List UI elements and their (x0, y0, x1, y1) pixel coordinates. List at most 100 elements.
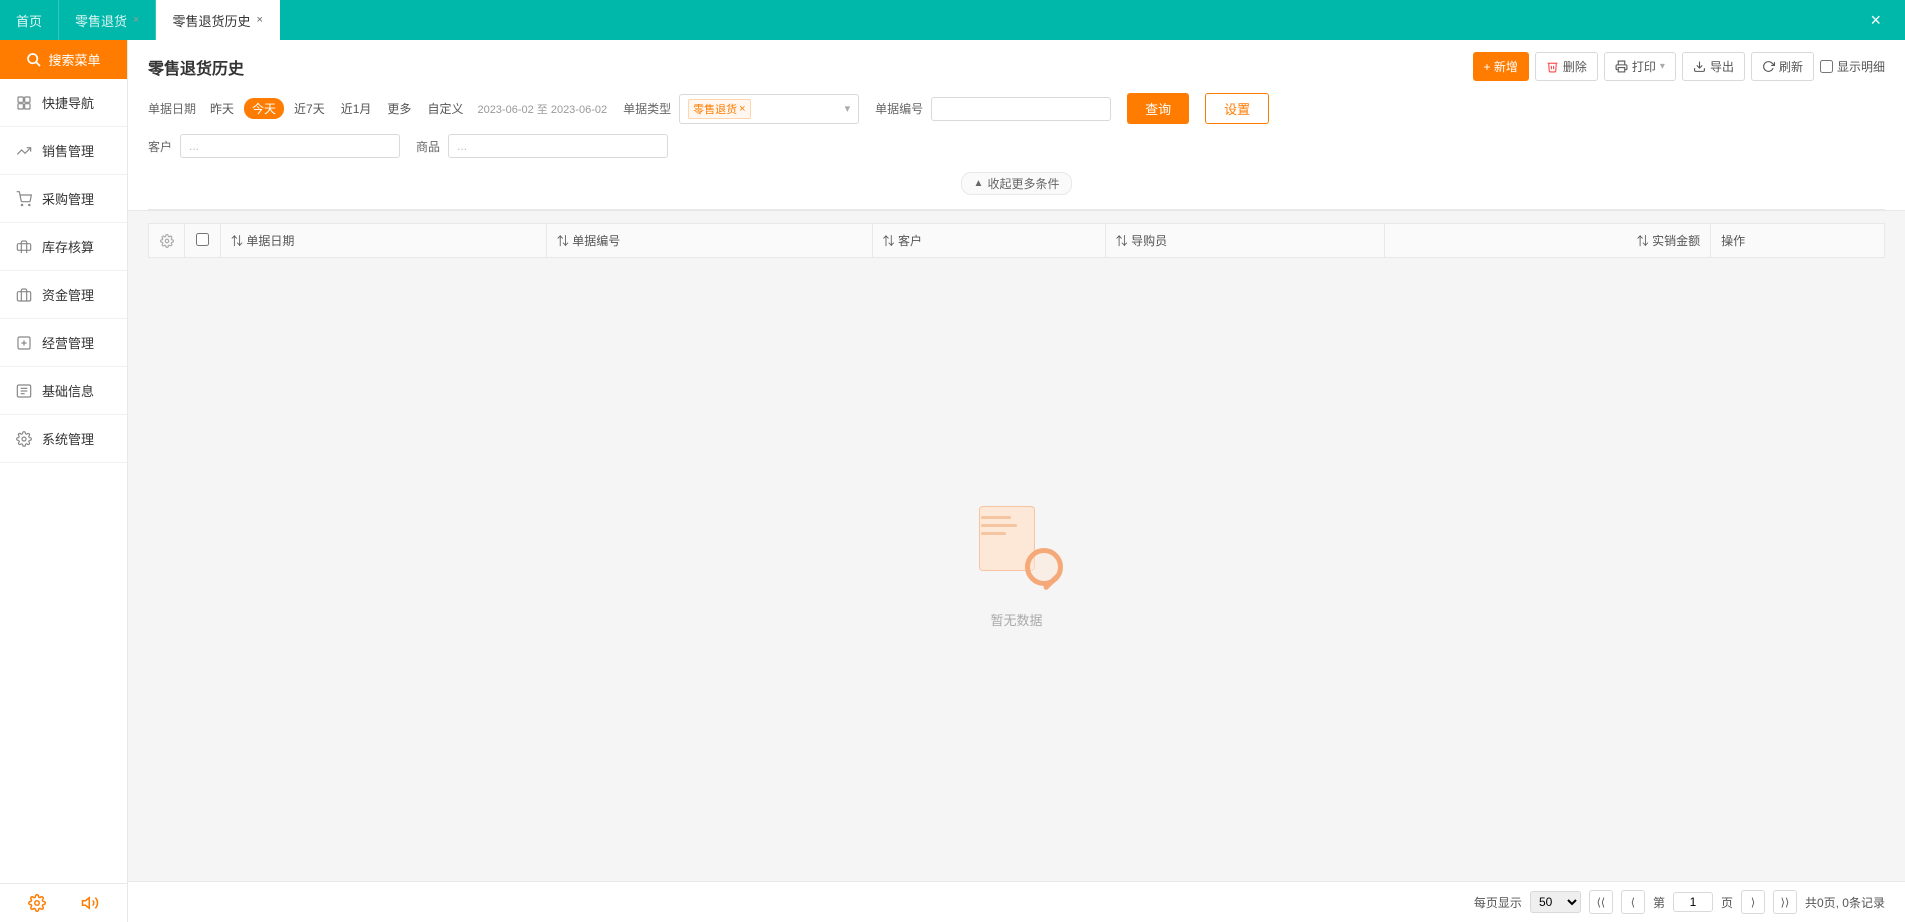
tab-retail-return[interactable]: 零售退货 × (59, 0, 156, 40)
page-title-row: 零售退货历史 + 新增 删除 (148, 52, 1885, 81)
th-guide[interactable]: ⇅ 导购员 (1105, 224, 1384, 258)
sidebar-item-basic-info[interactable]: 基础信息 (0, 367, 127, 415)
show-detail-input[interactable] (1820, 60, 1833, 73)
th-action: 操作 (1711, 224, 1885, 258)
data-table: ⇅ 单据日期 ⇅ 单据编号 ⇅ 客户 ⇅ 导购员 (148, 223, 1885, 258)
refresh-button[interactable]: 刷新 (1751, 52, 1814, 81)
date-btn-today[interactable]: 今天 (244, 98, 284, 119)
select-all-checkbox[interactable] (196, 233, 209, 246)
new-button[interactable]: + 新增 (1473, 52, 1529, 81)
bill-type-select[interactable]: 零售退货 × ▾ (679, 94, 859, 124)
collapse-button[interactable]: ▲ 收起更多条件 (961, 172, 1073, 195)
export-button[interactable]: 导出 (1682, 52, 1745, 81)
tab-retail-return-history[interactable]: 零售退货历史 × (156, 0, 279, 40)
table-head: ⇅ 单据日期 ⇅ 单据编号 ⇅ 客户 ⇅ 导购员 (149, 224, 1885, 258)
sidebar-item-system-mgmt[interactable]: 系统管理 (0, 415, 127, 463)
page-input[interactable] (1673, 892, 1713, 912)
date-button-group: 昨天 今天 近7天 近1月 更多 自定义 (204, 98, 469, 119)
date-btn-custom[interactable]: 自定义 (421, 98, 469, 119)
th-customer[interactable]: ⇅ 客户 (872, 224, 1105, 258)
pg-next-button[interactable]: ⟩ (1741, 890, 1765, 914)
tab-retail-return-history-close[interactable]: × (256, 14, 262, 26)
show-detail-checkbox[interactable]: 显示明细 (1820, 58, 1885, 75)
th-actual-amount[interactable]: ⇅ 实销金额 (1385, 224, 1711, 258)
basic-info-icon (16, 383, 32, 399)
date-btn-yesterday[interactable]: 昨天 (204, 98, 240, 119)
sidebar: 搜索菜单 快捷导航 销售管理 (0, 40, 128, 922)
window-close-button[interactable]: × (1862, 10, 1889, 31)
filter-row-1: 单据日期 昨天 今天 近7天 近1月 更多 自定义 2023-06-02 至 2… (148, 93, 1885, 124)
top-bar: 首页 零售退货 × 零售退货历史 × × (0, 0, 1905, 40)
pg-last-button[interactable]: ⟩⟩ (1773, 890, 1797, 914)
print-icon (1615, 60, 1628, 73)
collapse-up-icon: ▲ (974, 178, 984, 189)
bill-no-label: 单据编号 (875, 100, 923, 117)
delete-icon (1546, 60, 1559, 73)
pg-prev-button[interactable]: ⟨ (1621, 890, 1645, 914)
search-icon (26, 52, 42, 68)
query-button[interactable]: 查询 (1127, 93, 1189, 124)
toolbar-row: + 新增 删除 (1473, 52, 1885, 81)
th-checkbox[interactable] (185, 224, 221, 258)
sidebar-item-purchase-mgmt[interactable]: 采购管理 (0, 175, 127, 223)
print-button[interactable]: 打印 ▾ (1604, 52, 1676, 81)
inventory-icon (16, 239, 32, 255)
bill-no-filter: 单据编号 (875, 97, 1111, 121)
pagination-bar: 每页显示 50 20 100 ⟨⟨ ⟨ 第 页 ⟩ ⟩⟩ 共0页, 0条记录 (128, 881, 1905, 922)
goods-filter: 商品 ... (416, 134, 668, 158)
system-icon (16, 431, 32, 447)
date-btn-more[interactable]: 更多 (381, 98, 417, 119)
date-btn-7days[interactable]: 近7天 (288, 98, 331, 119)
page-suffix: 页 (1721, 894, 1733, 911)
table-container: ⇅ 单据日期 ⇅ 单据编号 ⇅ 客户 ⇅ 导购员 (128, 211, 1905, 881)
set-button-wrapper: 设置 (1205, 93, 1269, 124)
customer-select[interactable]: ... (180, 134, 400, 158)
sidebar-item-operations[interactable]: 经营管理 (0, 319, 127, 367)
set-button[interactable]: 设置 (1205, 93, 1269, 124)
th-settings[interactable] (149, 224, 185, 258)
table-header-row: ⇅ 单据日期 ⇅ 单据编号 ⇅ 客户 ⇅ 导购员 (149, 224, 1885, 258)
total-info: 共0页, 0条记录 (1805, 894, 1885, 911)
tab-home[interactable]: 首页 (0, 0, 59, 40)
per-page-label: 每页显示 (1474, 894, 1522, 911)
customer-filter: 客户 ... (148, 134, 400, 158)
volume-icon[interactable] (81, 894, 99, 912)
bill-date-label: 单据日期 (148, 100, 196, 117)
th-bill-date[interactable]: ⇅ 单据日期 (221, 224, 547, 258)
goods-select[interactable]: ... (448, 134, 668, 158)
collapse-row: ▲ 收起更多条件 (148, 168, 1885, 199)
goods-label: 商品 (416, 138, 440, 155)
sidebar-bottom (0, 883, 127, 922)
bill-date-filter: 单据日期 昨天 今天 近7天 近1月 更多 自定义 2023-06-02 至 2… (148, 98, 607, 119)
date-btn-1month[interactable]: 近1月 (335, 98, 378, 119)
sidebar-item-sales-mgmt[interactable]: 销售管理 (0, 127, 127, 175)
bill-type-label: 单据类型 (623, 100, 671, 117)
page-header: 零售退货历史 + 新增 删除 (128, 40, 1905, 211)
action-buttons: 查询 (1127, 93, 1189, 124)
main-layout: 搜索菜单 快捷导航 销售管理 (0, 40, 1905, 922)
settings-bottom-icon[interactable] (28, 894, 46, 912)
th-bill-no[interactable]: ⇅ 单据编号 (546, 224, 872, 258)
tab-list: 首页 零售退货 × 零售退货历史 × (0, 0, 1862, 40)
finance-icon (16, 287, 32, 303)
sidebar-item-finance[interactable]: 资金管理 (0, 271, 127, 319)
tab-retail-return-close[interactable]: × (133, 14, 139, 26)
sidebar-item-quick-nav[interactable]: 快捷导航 (0, 79, 127, 127)
content-area: 零售退货历史 + 新增 删除 (128, 40, 1905, 922)
filter-area: 单据日期 昨天 今天 近7天 近1月 更多 自定义 2023-06-02 至 2… (148, 93, 1885, 210)
per-page-select[interactable]: 50 20 100 (1530, 891, 1581, 913)
refresh-icon (1762, 60, 1775, 73)
quick-nav-icon (16, 95, 32, 111)
filter-row-2: 客户 ... 商品 ... (148, 134, 1885, 158)
sidebar-search[interactable]: 搜索菜单 (0, 40, 127, 79)
page-label: 第 (1653, 894, 1665, 911)
empty-text: 暂无数据 (990, 610, 1042, 629)
operations-icon (16, 335, 32, 351)
bill-type-tag-close[interactable]: × (739, 103, 745, 115)
sidebar-item-inventory[interactable]: 库存核算 (0, 223, 127, 271)
header-actions: + 新增 删除 (1473, 52, 1885, 81)
bill-type-filter: 单据类型 零售退货 × ▾ (623, 94, 859, 124)
pg-first-button[interactable]: ⟨⟨ (1589, 890, 1613, 914)
bill-no-input[interactable] (931, 97, 1111, 121)
delete-button[interactable]: 删除 (1535, 52, 1598, 81)
